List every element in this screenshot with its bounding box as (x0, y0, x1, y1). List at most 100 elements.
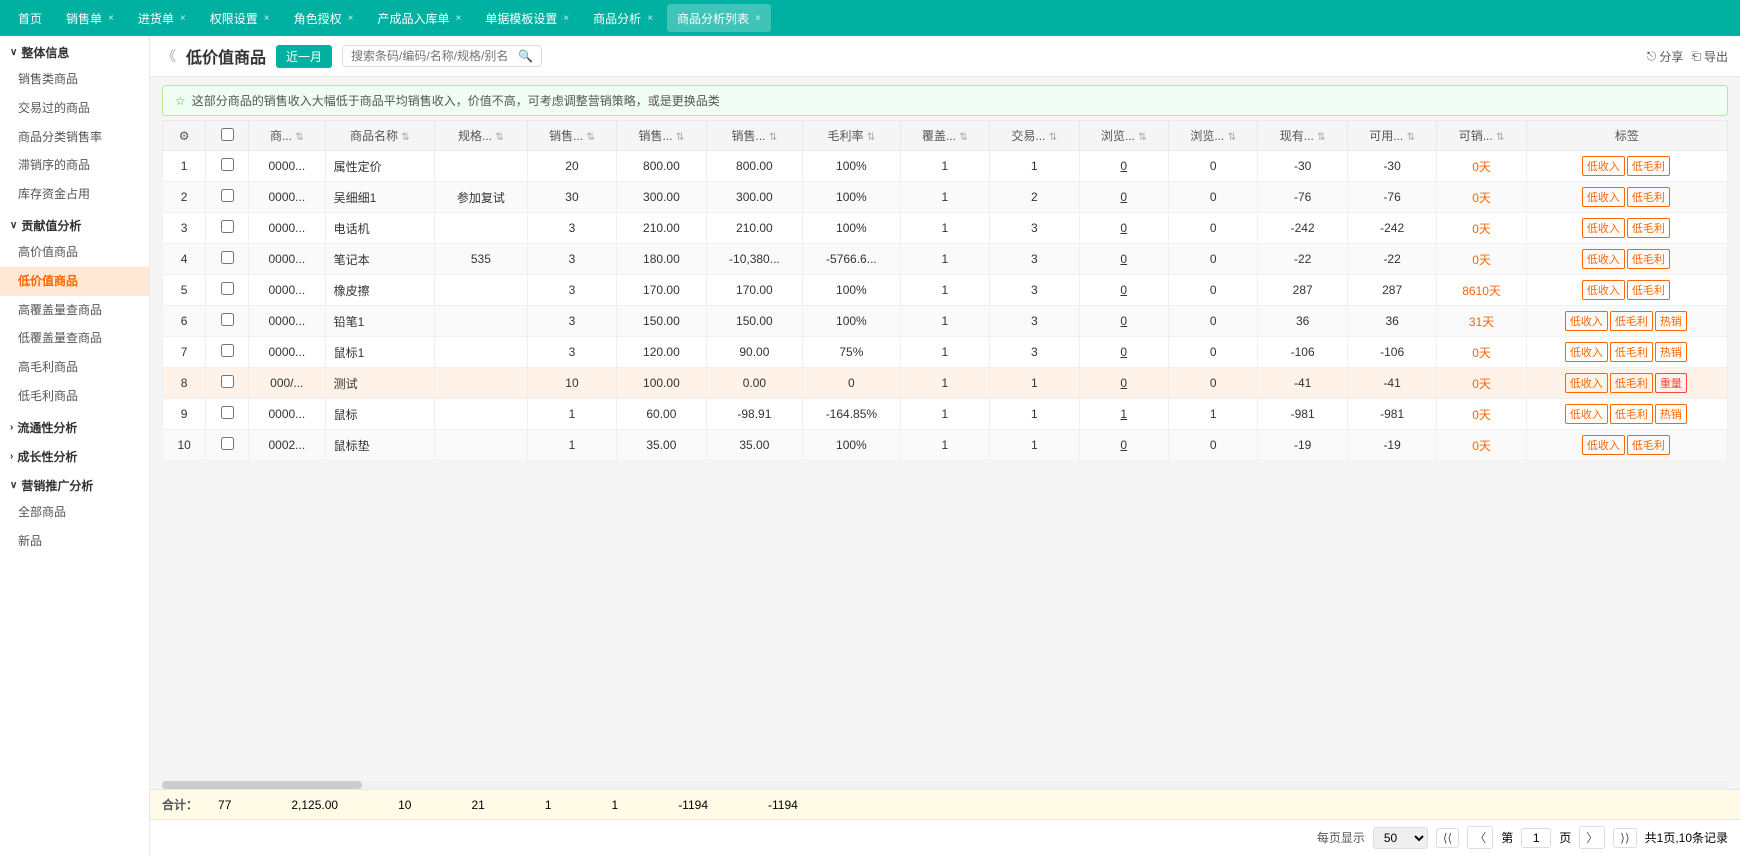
nav-role-auth[interactable]: 角色授权 × (284, 4, 364, 32)
search-icon[interactable]: 🔍 (518, 49, 533, 63)
row-checkbox[interactable] (221, 375, 234, 388)
sidebar-item-traded-goods[interactable]: 交易过的商品 (0, 94, 149, 123)
nav-template-settings[interactable]: 单据模板设置 × (475, 4, 579, 32)
view1-link[interactable]: 0 (1120, 159, 1127, 173)
prev-page-btn[interactable]: 〈 (1467, 826, 1493, 849)
view1-link[interactable]: 0 (1120, 438, 1127, 452)
col-view2[interactable]: 浏览... ⇅ (1168, 121, 1257, 151)
cell-view1[interactable]: 1 (1079, 399, 1168, 430)
nav-home[interactable]: 首页 (8, 4, 52, 32)
view1-link[interactable]: 0 (1120, 376, 1127, 390)
col-name[interactable]: 商品名称 ⇅ (325, 121, 434, 151)
cell-view1[interactable]: 0 (1079, 244, 1168, 275)
next-page-btn[interactable]: 〉 (1579, 826, 1605, 849)
nav-product-analysis[interactable]: 商品分析 × (583, 4, 663, 32)
col-tags[interactable]: 标签 (1526, 121, 1727, 151)
cell-view1[interactable]: 0 (1079, 306, 1168, 337)
nav-close-icon[interactable]: × (647, 13, 653, 24)
page-number-input[interactable] (1521, 828, 1551, 848)
cell-view1[interactable]: 0 (1079, 182, 1168, 213)
cell-checkbox[interactable] (206, 182, 249, 213)
search-input[interactable] (351, 49, 514, 63)
view1-link[interactable]: 0 (1120, 314, 1127, 328)
col-trade[interactable]: 交易... ⇅ (990, 121, 1079, 151)
nav-purchase-order[interactable]: 进货单 × (128, 4, 196, 32)
col-current[interactable]: 现有... ⇅ (1258, 121, 1347, 151)
sidebar-group-growth[interactable]: › 成长性分析 (0, 440, 149, 469)
cell-checkbox[interactable] (206, 337, 249, 368)
last-page-btn[interactable]: ⟩⟩ (1613, 828, 1636, 848)
row-checkbox[interactable] (221, 437, 234, 450)
nav-permission[interactable]: 权限设置 × (200, 4, 280, 32)
nav-close-icon[interactable]: × (755, 13, 761, 24)
view1-link[interactable]: 0 (1120, 345, 1127, 359)
cell-checkbox[interactable] (206, 430, 249, 461)
row-checkbox[interactable] (221, 313, 234, 326)
row-checkbox[interactable] (221, 282, 234, 295)
col-sales-cost[interactable]: 销售... ⇅ (706, 121, 803, 151)
nav-close-icon[interactable]: × (348, 13, 354, 24)
sidebar-item-low-margin[interactable]: 低毛利商品 (0, 382, 149, 411)
sidebar-item-stock-fund[interactable]: 库存资金占用 (0, 180, 149, 209)
filter-recent-month-btn[interactable]: 近一月 (276, 45, 332, 68)
view1-link[interactable]: 0 (1120, 221, 1127, 235)
row-checkbox[interactable] (221, 344, 234, 357)
sidebar-item-slow-goods[interactable]: 滞销序的商品 (0, 151, 149, 180)
col-spec[interactable]: 规格... ⇅ (435, 121, 528, 151)
sidebar-group-overall[interactable]: ∨ 整体信息 (0, 36, 149, 65)
col-margin[interactable]: 毛利率 ⇅ (803, 121, 900, 151)
collapse-sidebar-btn[interactable]: 《 (162, 46, 176, 66)
row-checkbox[interactable] (221, 158, 234, 171)
table-container[interactable]: ⚙ 商... ⇅ 商品名称 ⇅ 规格... ⇅ 销售... ⇅ 销售... ⇅ … (150, 120, 1740, 781)
col-checkbox[interactable] (206, 121, 249, 151)
cell-view1[interactable]: 0 (1079, 151, 1168, 182)
sidebar-item-sales-goods[interactable]: 销售类商品 (0, 65, 149, 94)
share-btn[interactable]: ⎋ 分享 (1647, 48, 1684, 65)
cell-checkbox[interactable] (206, 244, 249, 275)
col-available[interactable]: 可用... ⇅ (1347, 121, 1436, 151)
cell-checkbox[interactable] (206, 213, 249, 244)
nav-product-analysis-list[interactable]: 商品分析列表 × (667, 4, 771, 32)
cell-checkbox[interactable] (206, 399, 249, 430)
row-checkbox[interactable] (221, 251, 234, 264)
nav-close-icon[interactable]: × (108, 13, 114, 24)
scrollbar-thumb[interactable] (162, 781, 362, 789)
nav-sales-order[interactable]: 销售单 × (56, 4, 124, 32)
nav-close-icon[interactable]: × (264, 13, 270, 24)
col-saleable[interactable]: 可销... ⇅ (1437, 121, 1526, 151)
sidebar-group-contribution[interactable]: ∨ 贡献值分析 (0, 209, 149, 238)
sidebar-item-all-goods[interactable]: 全部商品 (0, 498, 149, 527)
cell-view1[interactable]: 0 (1079, 213, 1168, 244)
cell-view1[interactable]: 0 (1079, 368, 1168, 399)
sidebar-item-category-rate[interactable]: 商品分类销售率 (0, 123, 149, 152)
first-page-btn[interactable]: ⟨⟨ (1436, 828, 1459, 848)
col-sales-qty[interactable]: 销售... ⇅ (527, 121, 616, 151)
col-coverage[interactable]: 覆盖... ⇅ (900, 121, 989, 151)
page-size-select[interactable]: 50 100 200 (1373, 827, 1428, 849)
row-checkbox[interactable] (221, 406, 234, 419)
row-checkbox[interactable] (221, 189, 234, 202)
sidebar-item-low-coverage[interactable]: 低覆盖量查商品 (0, 324, 149, 353)
cell-checkbox[interactable] (206, 151, 249, 182)
cell-checkbox[interactable] (206, 368, 249, 399)
sidebar-item-low-value[interactable]: 低价值商品 (0, 267, 149, 296)
sidebar-item-new-goods[interactable]: 新品 (0, 527, 149, 556)
cell-view1[interactable]: 0 (1079, 430, 1168, 461)
nav-close-icon[interactable]: × (563, 13, 569, 24)
cell-view1[interactable]: 0 (1079, 337, 1168, 368)
select-all-checkbox[interactable] (221, 128, 234, 141)
nav-product-stock[interactable]: 产成品入库单 × (367, 4, 471, 32)
sidebar-group-marketing[interactable]: ∨ 营销推广分析 (0, 469, 149, 498)
sidebar-item-high-value[interactable]: 高价值商品 (0, 238, 149, 267)
view1-link[interactable]: 0 (1120, 190, 1127, 204)
nav-close-icon[interactable]: × (455, 13, 461, 24)
row-checkbox[interactable] (221, 220, 234, 233)
export-btn[interactable]: ⎗ 导出 (1691, 48, 1728, 65)
cell-checkbox[interactable] (206, 306, 249, 337)
view1-link[interactable]: 1 (1120, 407, 1127, 421)
horizontal-scrollbar[interactable] (162, 781, 1728, 789)
nav-close-icon[interactable]: × (180, 13, 186, 24)
cell-view1[interactable]: 0 (1079, 275, 1168, 306)
sidebar-item-high-margin[interactable]: 高毛利商品 (0, 353, 149, 382)
view1-link[interactable]: 0 (1120, 283, 1127, 297)
